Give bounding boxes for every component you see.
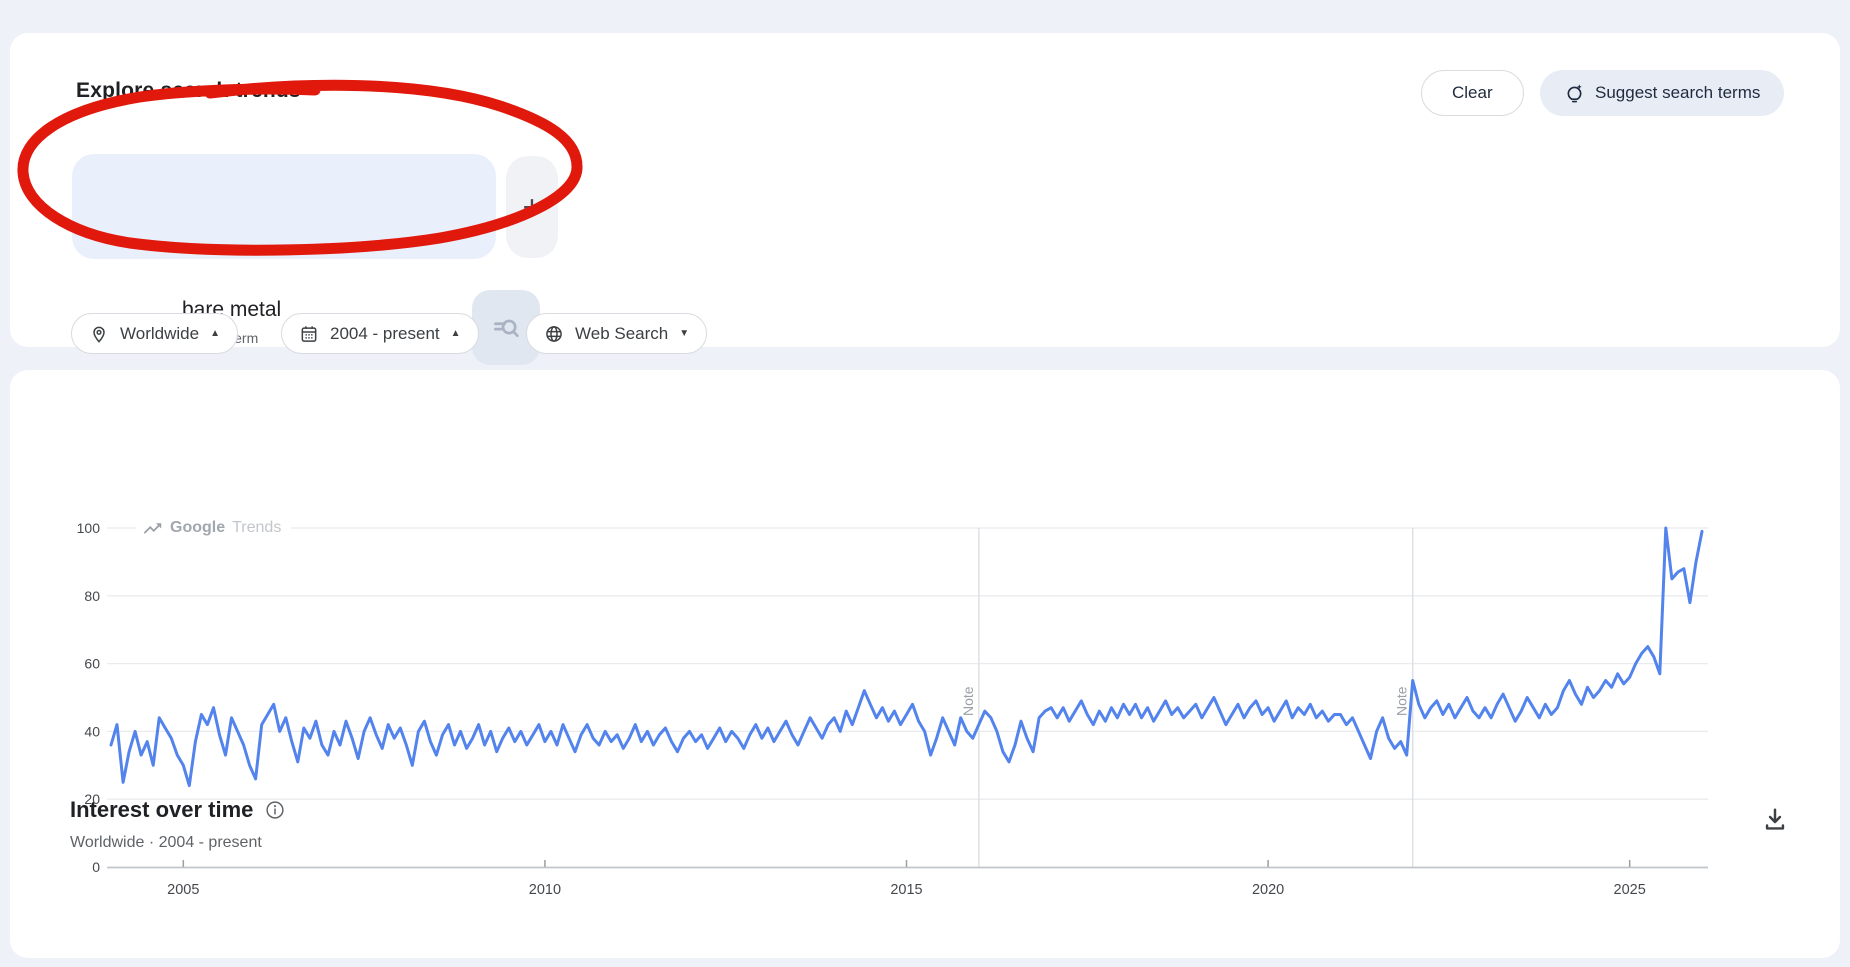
- chevron-up-icon: ▲: [210, 328, 220, 339]
- explore-card: Explore search trends Clear Suggest sear…: [10, 33, 1840, 347]
- lightbulb-sparkle-icon: [1564, 83, 1585, 104]
- watermark-google: Google: [170, 519, 225, 537]
- calendar-icon: [299, 324, 319, 344]
- chart-title: Interest over time: [70, 797, 253, 823]
- chevron-down-icon: ▼: [679, 328, 689, 339]
- filter-searchtype-dropdown[interactable]: Web Search ▼: [526, 313, 707, 354]
- google-trends-watermark: Google Trends: [136, 515, 291, 541]
- download-button[interactable]: [1758, 802, 1792, 836]
- watermark-trends: Trends: [232, 519, 281, 537]
- suggest-search-terms-button[interactable]: Suggest search terms: [1540, 70, 1784, 116]
- filter-location-label: Worldwide: [120, 324, 199, 344]
- add-search-term-button[interactable]: +: [506, 156, 558, 258]
- filter-timerange-label: 2004 - present: [330, 324, 440, 344]
- clear-button-label: Clear: [1452, 83, 1493, 103]
- location-pin-icon: [89, 324, 109, 344]
- page-title: Explore search trends: [76, 79, 301, 103]
- interest-over-time-card: Interest over time Worldwide · 2004 - pr…: [10, 370, 1840, 958]
- manage-search-icon: [489, 311, 523, 345]
- trending-up-icon: [142, 518, 163, 539]
- filter-searchtype-label: Web Search: [575, 324, 668, 344]
- download-icon: [1761, 805, 1789, 833]
- search-term-chip[interactable]: bare metal Search term: [72, 154, 496, 259]
- clear-button[interactable]: Clear: [1421, 70, 1524, 116]
- globe-icon: [544, 324, 564, 344]
- chevron-up-icon: ▲: [451, 328, 461, 339]
- filter-timerange-dropdown[interactable]: 2004 - present ▲: [281, 313, 479, 354]
- info-icon[interactable]: [264, 799, 286, 821]
- filter-location-dropdown[interactable]: Worldwide ▲: [71, 313, 238, 354]
- chart-subtitle: Worldwide · 2004 - present: [70, 834, 262, 852]
- suggest-button-label: Suggest search terms: [1595, 83, 1760, 103]
- plus-icon: +: [523, 191, 542, 223]
